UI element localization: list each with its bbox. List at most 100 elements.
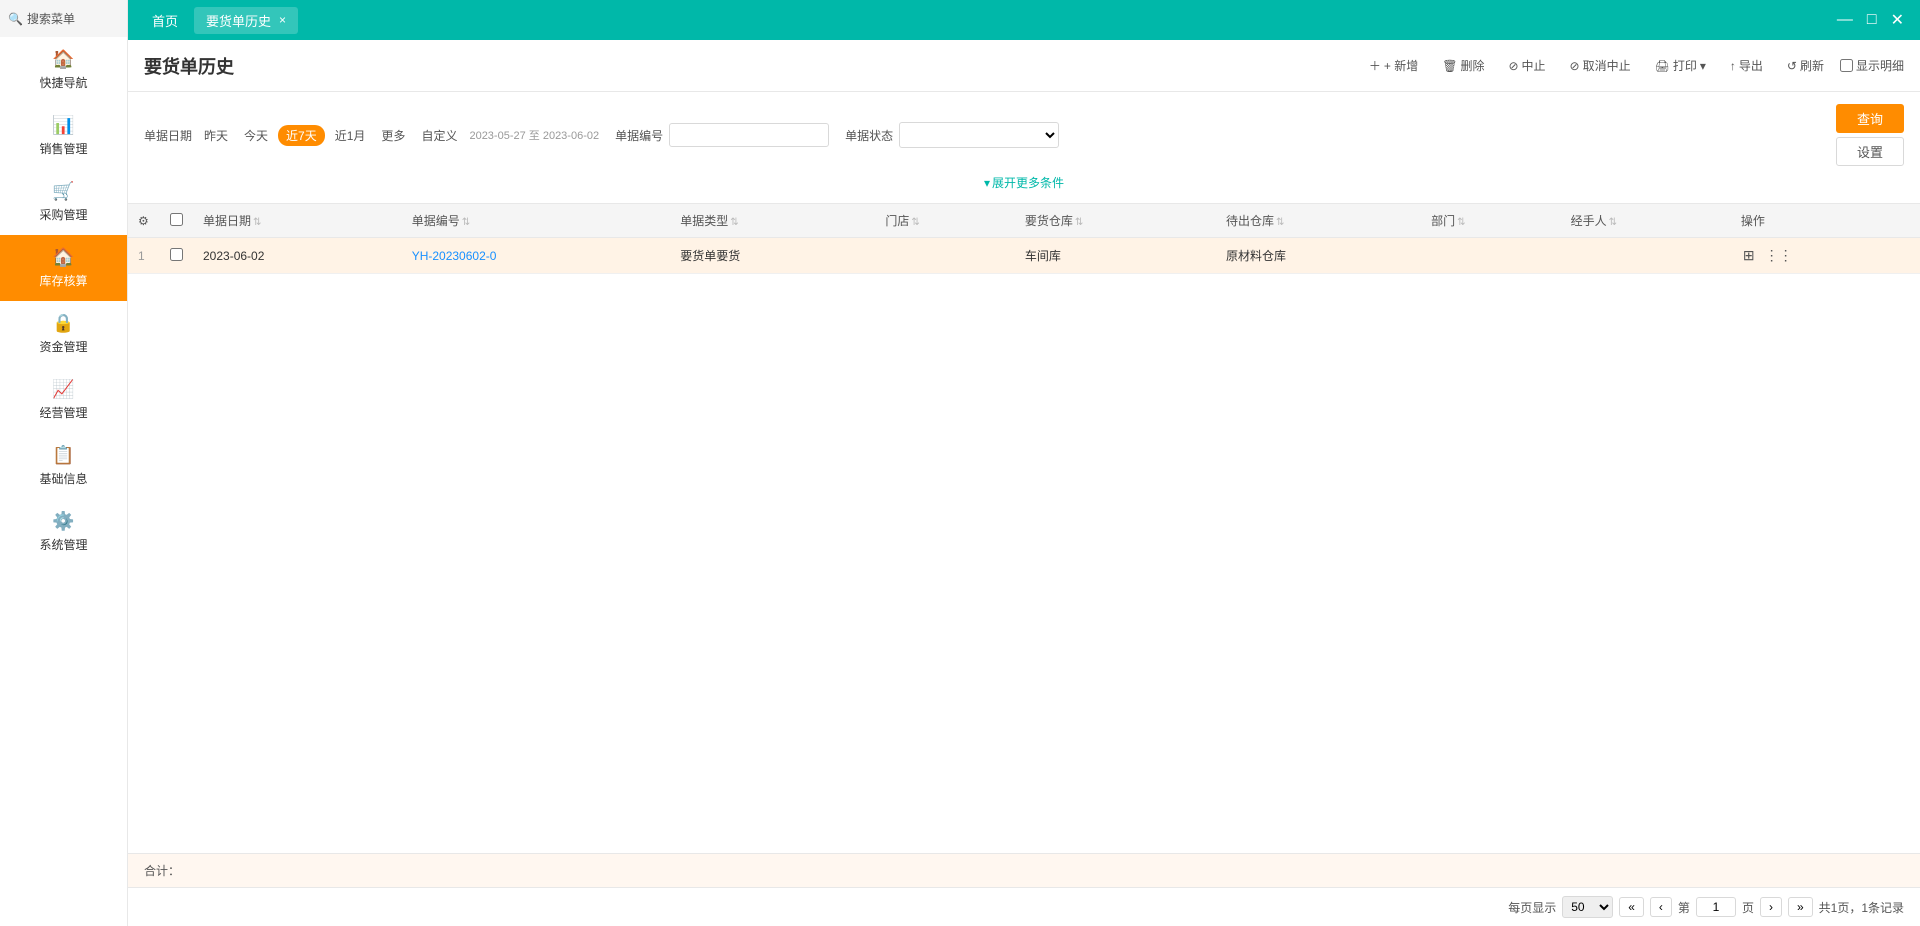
tab-home-label: 首页 [152,11,178,30]
date-shortcut-近1月[interactable]: 近1月 [329,125,372,146]
nav-label-purchase: 采购管理 [39,206,87,223]
query-button[interactable]: 查询 [1836,104,1904,133]
nav-label-operations: 经营管理 [39,404,87,421]
search-icon: 🔍 [8,12,23,26]
last-page-button[interactable]: » [1788,897,1813,917]
pagination-bar: 每页显示 2050100 « ‹ 第 页 › » 共1页，1条记录 [128,887,1920,926]
cell-date: 2023-06-02 [193,238,402,274]
table-header-row: ⚙ 单据日期⇅ 单据编号⇅ 单据类型⇅ 门店⇅ 要货仓库⇅ 待出仓库⇅ 部门⇅ … [128,204,1920,238]
first-page-button[interactable]: « [1619,897,1644,917]
nav-icon-system: ⚙️ [52,511,74,532]
sidebar-item-quick-nav[interactable]: 🏠快捷导航 [0,37,127,103]
filter-row: 单据日期 昨天今天近7天近1月更多自定义 2023-05-27 至 2023-0… [144,104,1904,166]
main-area: 首页 要货单历史 × — □ ✕ 要货单历史 ＋ + 新增 🗑 删除 ⊘ [128,0,1920,926]
cancel-stop-icon: ⊘ [1570,59,1580,73]
setting-button[interactable]: 设置 [1836,137,1904,166]
date-shortcuts: 昨天今天近7天近1月更多自定义 [198,125,463,146]
footer-total-label: 合计： [144,864,180,878]
status-filter-group: 单据状态 [845,122,1059,148]
th-dept: 部门⇅ [1421,204,1561,238]
date-shortcut-更多[interactable]: 更多 [375,125,411,146]
cell-doc-no[interactable]: YH-20230602-0 [402,238,671,274]
nav-icon-quick-nav: 🏠 [52,49,74,70]
nav-label-system: 系统管理 [39,536,87,553]
select-all-checkbox[interactable] [170,213,183,226]
show-detail-checkbox[interactable] [1840,59,1853,72]
sidebar-item-basic-info[interactable]: 📋基础信息 [0,433,127,499]
table-row: 1 2023-06-02 YH-20230602-0 要货单要货 车间库 原材料… [128,238,1920,274]
cell-checkbox[interactable] [160,238,193,274]
nav-icon-sales: 📊 [52,115,74,136]
tab-close-icon[interactable]: × [279,13,286,27]
refresh-button[interactable]: ↺ 刷新 [1779,53,1832,78]
current-page-input[interactable] [1696,897,1736,917]
sidebar-item-operations[interactable]: 📈 经营管理 [0,367,127,433]
stop-icon: ⊘ [1508,59,1518,73]
th-settings: ⚙ [128,204,160,238]
maximize-icon[interactable]: □ [1863,9,1881,31]
date-range-text: 2023-05-27 至 2023-06-02 [469,127,599,143]
new-button[interactable]: ＋ + 新增 [1361,53,1426,78]
export-icon: ↑ [1730,59,1736,73]
cell-pending-warehouse: 原材料仓库 [1216,238,1421,274]
doc-no-label: 单据编号 [615,127,663,144]
th-pending-warehouse: 待出仓库⇅ [1216,204,1421,238]
date-filter-label: 单据日期 [144,127,192,144]
sidebar-search[interactable]: 🔍 搜索菜单 [0,0,127,37]
nav-label-sales: 销售管理 [39,140,87,157]
date-filter-group: 单据日期 昨天今天近7天近1月更多自定义 2023-05-27 至 2023-0… [144,125,599,146]
window-controls: — □ ✕ [1833,8,1908,32]
status-label: 单据状态 [845,127,893,144]
nav-icon-operations: 📈 [52,379,74,400]
delete-icon: 🗑 [1442,59,1457,73]
total-records-text: 共1页，1条记录 [1819,899,1904,916]
nav-label-inventory: 库存核算 [39,272,87,289]
sidebar-item-finance[interactable]: 🔒资金管理 [0,301,127,367]
filter-actions: 查询 设置 [1836,104,1904,166]
row-checkbox[interactable] [170,248,183,261]
refresh-icon: ↺ [1787,59,1797,73]
date-shortcut-今天[interactable]: 今天 [238,125,274,146]
sidebar-item-system[interactable]: ⚙️ 系统管理 [0,499,127,565]
nav-icon-finance: 🔒 [52,313,74,334]
nav-icon-purchase: 🛒 [52,181,74,202]
expand-conditions-button[interactable]: ▾ 展开更多条件 [984,174,1064,191]
th-handler: 经手人⇅ [1561,204,1731,238]
show-detail-label[interactable]: 显示明细 [1840,57,1904,74]
cancel-stop-button[interactable]: ⊘ 取消中止 [1562,53,1639,78]
more-icon[interactable]: ⋮⋮ [1763,245,1795,266]
nav-icon-basic-info: 📋 [52,445,74,466]
page-size-label: 每页显示 [1508,899,1556,916]
window-close-icon[interactable]: ✕ [1887,8,1908,32]
print-button[interactable]: 🖨 打印 ▾ [1647,53,1714,78]
doc-no-link[interactable]: YH-20230602-0 [412,249,497,263]
page-size-select[interactable]: 2050100 [1562,896,1613,918]
cell-handler [1561,238,1731,274]
tab-active[interactable]: 要货单历史 × [194,7,298,34]
sidebar-item-purchase[interactable]: 🛒 采购管理 [0,169,127,235]
status-select[interactable] [899,122,1059,148]
export-button[interactable]: ↑ 导出 [1722,53,1771,78]
footer-bar: 合计： [128,853,1920,887]
doc-no-input[interactable] [669,123,829,147]
header-actions: ＋ + 新增 🗑 删除 ⊘ 中止 ⊘ 取消中止 🖨 打印 ▾ ↑ [1361,53,1904,78]
minimize-icon[interactable]: — [1833,9,1857,31]
sidebar-item-inventory[interactable]: 🏠库存核算 [0,235,127,301]
page-title: 要货单历史 [144,53,1361,79]
stop-button[interactable]: ⊘ 中止 [1500,53,1553,78]
date-shortcut-自定义[interactable]: 自定义 [415,125,463,146]
view-icon[interactable]: ⊞ [1741,245,1757,266]
tab-home[interactable]: 首页 [140,7,190,34]
cell-store [875,238,1015,274]
sidebar-item-sales[interactable]: 📊 销售管理 [0,103,127,169]
topbar: 首页 要货单历史 × — □ ✕ [128,0,1920,40]
next-page-button[interactable]: › [1760,897,1782,917]
delete-button[interactable]: 🗑 删除 [1434,53,1492,78]
date-shortcut-昨天[interactable]: 昨天 [198,125,234,146]
print-dropdown-icon: ▾ [1700,59,1706,73]
prev-page-button[interactable]: ‹ [1650,897,1672,917]
cell-req-warehouse: 车间库 [1015,238,1216,274]
date-shortcut-近7天[interactable]: 近7天 [278,125,325,146]
data-table: ⚙ 单据日期⇅ 单据编号⇅ 单据类型⇅ 门店⇅ 要货仓库⇅ 待出仓库⇅ 部门⇅ … [128,204,1920,274]
th-req-warehouse: 要货仓库⇅ [1015,204,1216,238]
